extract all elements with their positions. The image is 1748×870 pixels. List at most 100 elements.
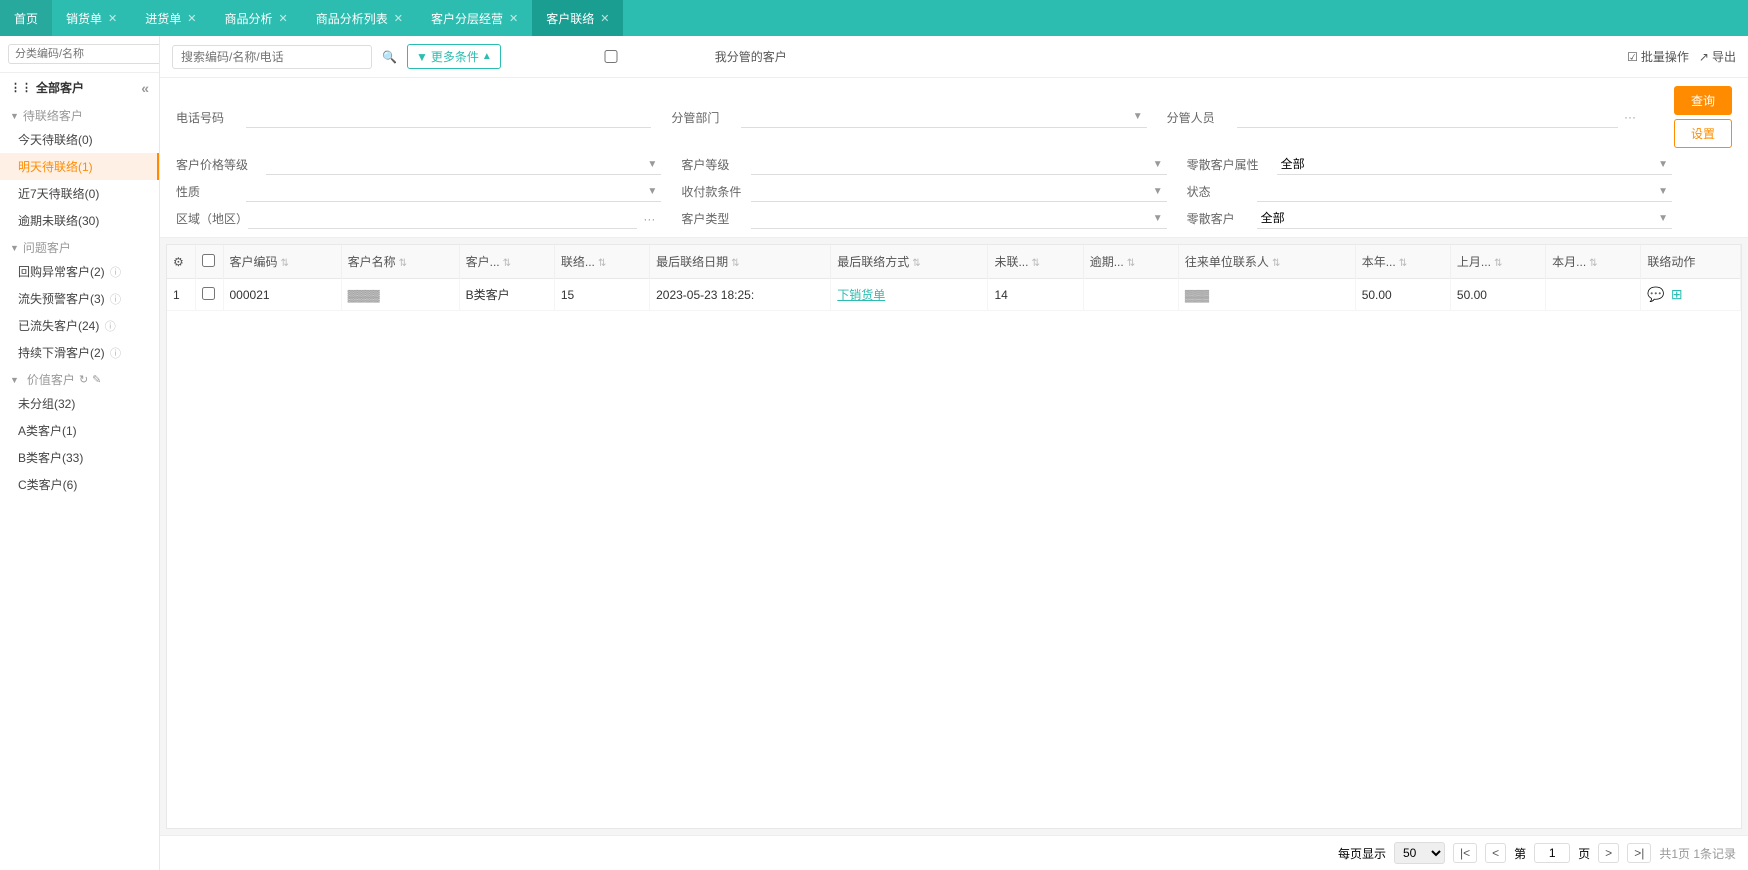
edit-icon[interactable]: ✎: [92, 373, 101, 386]
search-button[interactable]: 🔍: [382, 50, 397, 64]
grid-icon[interactable]: ⊞: [1671, 286, 1683, 303]
close-icon[interactable]: ✕: [187, 12, 196, 25]
filter-price-select[interactable]: [266, 154, 661, 174]
filter-region-dots[interactable]: ···: [637, 212, 661, 226]
filter-grade-select[interactable]: [751, 154, 1166, 174]
filter-row-3: 性质 ▼ 收付款条件 ▼ 状态: [176, 181, 1732, 202]
nav-sales-order[interactable]: 销货单 ✕: [52, 0, 131, 36]
filter-person-dots[interactable]: ···: [1618, 110, 1642, 124]
sidebar-item-churn-warning[interactable]: 流失预警客户(3) ⓘ: [0, 285, 159, 312]
next-page-button[interactable]: >: [1598, 843, 1619, 863]
sidebar-item-churned[interactable]: 已流失客户(24) ⓘ: [0, 312, 159, 339]
col-this-month[interactable]: 本月...⇅: [1546, 245, 1641, 279]
cell-last-month: 50.00: [1450, 279, 1545, 311]
select-all-checkbox[interactable]: [202, 254, 215, 267]
filter-customer-type: 客户类型 ▼: [681, 208, 1166, 229]
col-unlinkdays[interactable]: 未联...⇅: [988, 245, 1083, 279]
collapse-icon[interactable]: «: [141, 80, 149, 96]
set-button[interactable]: 设置: [1674, 119, 1732, 148]
col-code[interactable]: 客户编码⇅: [223, 245, 341, 279]
cell-year-amount: 50.00: [1355, 279, 1450, 311]
nav-purchase-order[interactable]: 进货单 ✕: [131, 0, 210, 36]
col-year-amount[interactable]: 本年...⇅: [1355, 245, 1450, 279]
sidebar-item-overdue[interactable]: 逾期未联络(30): [0, 207, 159, 234]
filter-region: 区域（地区） ···: [176, 208, 661, 229]
filter-payment-container: ▼: [751, 181, 1166, 202]
export-button[interactable]: ↗ 导出: [1699, 48, 1736, 65]
my-customer-checkbox[interactable]: [511, 50, 711, 63]
col-contact-count[interactable]: 联络...⇅: [554, 245, 649, 279]
close-icon[interactable]: ✕: [279, 12, 288, 25]
last-page-button[interactable]: >|: [1627, 843, 1651, 863]
cell-type: B类客户: [459, 279, 554, 311]
last-method-link[interactable]: 下销货单: [837, 288, 885, 302]
col-type[interactable]: 客户...⇅: [459, 245, 554, 279]
filter-icon: ▼: [416, 50, 428, 64]
close-icon[interactable]: ✕: [600, 12, 609, 25]
filter-label-retail-attr: 零散客户属性: [1187, 156, 1277, 173]
nav-product-analysis[interactable]: 商品分析 ✕: [210, 0, 301, 36]
close-icon[interactable]: ✕: [108, 12, 117, 25]
col-last-month[interactable]: 上月...⇅: [1450, 245, 1545, 279]
filter-nature-select[interactable]: [246, 181, 661, 201]
cell-checkbox[interactable]: [195, 279, 223, 311]
close-icon[interactable]: ✕: [394, 12, 403, 25]
refresh-icon[interactable]: ↻: [79, 373, 88, 386]
per-page-select[interactable]: 10 20 50 100: [1394, 842, 1445, 864]
prev-page-button[interactable]: <: [1485, 843, 1506, 863]
col-overdue[interactable]: 逾期...⇅: [1083, 245, 1178, 279]
col-last-method[interactable]: 最后联络方式⇅: [831, 245, 988, 279]
cell-last-method[interactable]: 下销货单: [831, 279, 988, 311]
nav-customer-tier[interactable]: 客户分层经营 ✕: [417, 0, 532, 36]
sidebar-item-class-b[interactable]: B类客户(33): [0, 444, 159, 471]
col-checkbox[interactable]: [195, 245, 223, 279]
sort-icon: ⇅: [1494, 258, 1502, 269]
filter-phone-input[interactable]: [246, 107, 651, 128]
my-customer-checkbox-label[interactable]: 我分管的客户: [511, 48, 787, 65]
first-page-button[interactable]: |<: [1453, 843, 1477, 863]
nav-home[interactable]: 首页: [0, 0, 52, 36]
nav-customer-contact[interactable]: 客户联络 ✕: [532, 0, 623, 36]
sidebar-item-class-c[interactable]: C类客户(6): [0, 471, 159, 498]
filter-label-status: 状态: [1187, 183, 1257, 200]
filter-label-nature: 性质: [176, 183, 246, 200]
sidebar-item-7days[interactable]: 近7天待联络(0): [0, 180, 159, 207]
sidebar-item-declining[interactable]: 持续下滑客户(2) ⓘ: [0, 339, 159, 366]
filter-retail-attr-select[interactable]: 全部: [1277, 154, 1672, 174]
batch-op-button[interactable]: ☑ 批量操作: [1627, 48, 1689, 65]
col-contacts[interactable]: 往来单位联系人⇅: [1178, 245, 1355, 279]
page-input[interactable]: [1534, 843, 1570, 863]
row-checkbox[interactable]: [202, 287, 215, 300]
sidebar-item-today[interactable]: 今天待联络(0): [0, 126, 159, 153]
sidebar-search-input[interactable]: [8, 44, 160, 64]
filter-region-input[interactable]: [248, 208, 637, 229]
filter-label-price: 客户价格等级: [176, 156, 266, 173]
close-icon[interactable]: ✕: [509, 12, 518, 25]
col-name[interactable]: 客户名称⇅: [341, 245, 459, 279]
more-filter-button[interactable]: ▼ 更多条件 ▲: [407, 44, 501, 69]
col-settings[interactable]: ⚙: [167, 245, 195, 279]
sort-icon: ⇅: [598, 258, 606, 269]
filter-nature: 性质 ▼: [176, 181, 661, 202]
filter-customer-type-select[interactable]: [751, 208, 1166, 228]
sidebar: 🔍 ⋮⋮ 全部客户 « 待联络客户 今天待联络(0) 明天待联络(1) 近7天待…: [0, 36, 160, 870]
sidebar-item-repurchase-anomaly[interactable]: 回购异常客户(2) ⓘ: [0, 258, 159, 285]
sort-icon: ⇅: [731, 258, 739, 269]
cell-unlinkdays: 14: [988, 279, 1083, 311]
col-last-date[interactable]: 最后联络日期⇅: [650, 245, 831, 279]
filter-status-select[interactable]: [1257, 181, 1672, 201]
search-input[interactable]: [172, 45, 372, 69]
chat-icon[interactable]: 💬: [1647, 286, 1664, 303]
filter-dept-select[interactable]: [741, 107, 1146, 127]
sidebar-item-class-a[interactable]: A类客户(1): [0, 417, 159, 444]
nav-product-analysis-list[interactable]: 商品分析列表 ✕: [302, 0, 417, 36]
all-customers-label[interactable]: ⋮⋮ 全部客户 «: [0, 73, 159, 102]
filter-retail-customer-select[interactable]: 全部: [1257, 208, 1672, 228]
sidebar-item-ungrouped[interactable]: 未分组(32): [0, 390, 159, 417]
filter-grade: 客户等级 ▼: [681, 154, 1166, 175]
sidebar-item-tomorrow[interactable]: 明天待联络(1): [0, 153, 159, 180]
filter-payment-select[interactable]: [751, 181, 1166, 201]
content-area: 🔍 ▼ 更多条件 ▲ 我分管的客户 ☑ 批量操作 ↗ 导出: [160, 36, 1748, 870]
filter-person-input[interactable]: [1237, 107, 1618, 128]
query-button[interactable]: 查询: [1674, 86, 1732, 115]
